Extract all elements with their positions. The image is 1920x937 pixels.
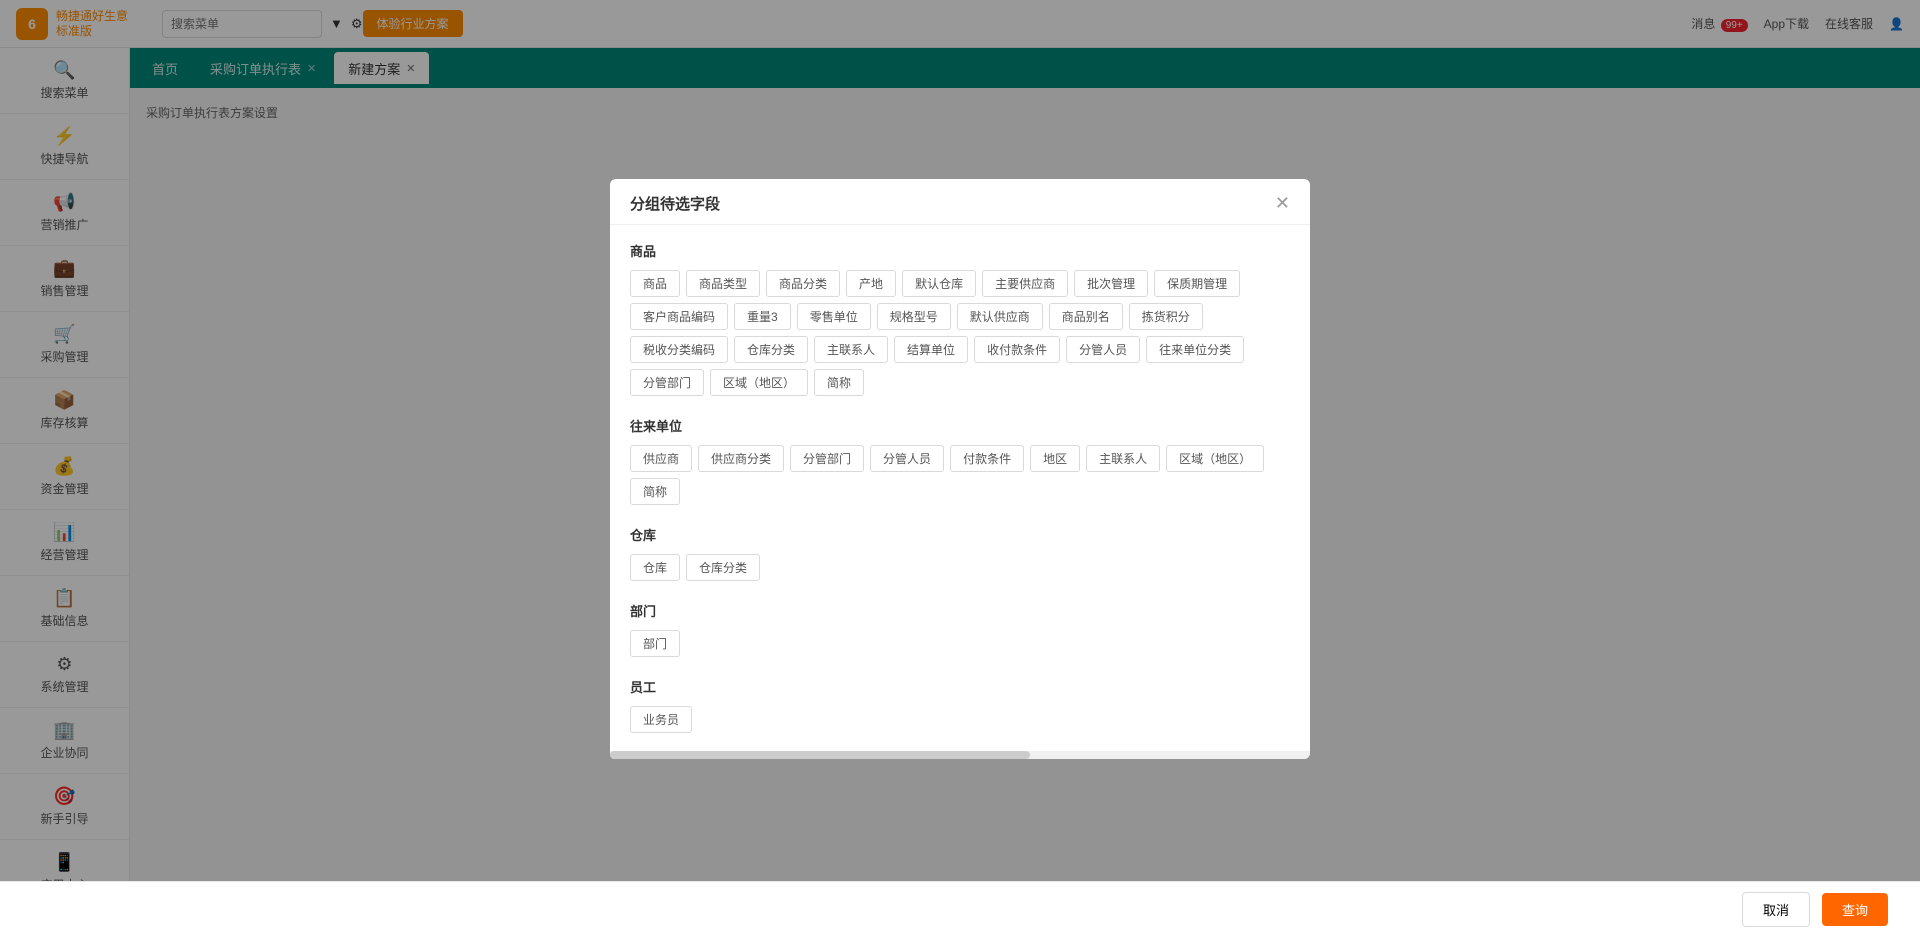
cancel-button[interactable]: 取消	[1742, 892, 1810, 927]
field-tags-employee: 业务员	[630, 706, 1290, 733]
field-tag[interactable]: 地区	[1030, 445, 1080, 472]
field-section-goods: 商品 商品 商品类型 商品分类 产地 默认仓库 主要供应商 批次管理 保质期管理…	[630, 241, 1290, 396]
field-tag[interactable]: 主联系人	[1086, 445, 1160, 472]
field-tag[interactable]: 付款条件	[950, 445, 1024, 472]
field-tag[interactable]: 往来单位分类	[1146, 336, 1244, 363]
field-tag[interactable]: 规格型号	[877, 303, 951, 330]
confirm-button[interactable]: 查询	[1822, 893, 1888, 926]
field-tag[interactable]: 重量3	[734, 303, 791, 330]
modal-header: 分组待选字段 ✕	[610, 179, 1310, 225]
field-tags-warehouse: 仓库 仓库分类	[630, 554, 1290, 581]
field-tag[interactable]: 分管部门	[790, 445, 864, 472]
field-tag[interactable]: 默认供应商	[957, 303, 1043, 330]
field-section-department: 部门 部门	[630, 601, 1290, 657]
field-tag[interactable]: 仓库	[630, 554, 680, 581]
field-tag[interactable]: 默认仓库	[902, 270, 976, 297]
modal-scrollbar-thumb	[610, 751, 1030, 759]
field-tag[interactable]: 简称	[630, 478, 680, 505]
field-tag[interactable]: 区域（地区）	[710, 369, 808, 396]
field-tag[interactable]: 保质期管理	[1154, 270, 1240, 297]
field-tag[interactable]: 收付款条件	[974, 336, 1060, 363]
field-tag[interactable]: 供应商	[630, 445, 692, 472]
field-tag[interactable]: 产地	[846, 270, 896, 297]
footer-buttons: 取消 查询	[0, 881, 1920, 937]
field-section-warehouse: 仓库 仓库 仓库分类	[630, 525, 1290, 581]
field-tag[interactable]: 拣货积分	[1129, 303, 1203, 330]
field-tag[interactable]: 税收分类编码	[630, 336, 728, 363]
field-tag[interactable]: 主联系人	[814, 336, 888, 363]
section-title-employee: 员工	[630, 677, 1290, 696]
field-tag[interactable]: 供应商分类	[698, 445, 784, 472]
field-section-counterpart: 往来单位 供应商 供应商分类 分管部门 分管人员 付款条件 地区 主联系人 区域…	[630, 416, 1290, 505]
field-tags-counterpart: 供应商 供应商分类 分管部门 分管人员 付款条件 地区 主联系人 区域（地区） …	[630, 445, 1290, 505]
section-title-department: 部门	[630, 601, 1290, 620]
section-title-counterpart: 往来单位	[630, 416, 1290, 435]
field-tag[interactable]: 仓库分类	[686, 554, 760, 581]
modal-body: 商品 商品 商品类型 商品分类 产地 默认仓库 主要供应商 批次管理 保质期管理…	[610, 225, 1310, 751]
field-tag[interactable]: 业务员	[630, 706, 692, 733]
field-tag[interactable]: 客户商品编码	[630, 303, 728, 330]
field-tags-department: 部门	[630, 630, 1290, 657]
field-tag[interactable]: 商品别名	[1049, 303, 1123, 330]
modal-overlay: 分组待选字段 ✕ 商品 商品 商品类型 商品分类 产地 默认仓库 主要供应商 批…	[0, 0, 1920, 937]
field-tag[interactable]: 商品分类	[766, 270, 840, 297]
field-tag[interactable]: 商品	[630, 270, 680, 297]
field-tag[interactable]: 分管部门	[630, 369, 704, 396]
field-tag[interactable]: 仓库分类	[734, 336, 808, 363]
field-tags-goods: 商品 商品类型 商品分类 产地 默认仓库 主要供应商 批次管理 保质期管理 客户…	[630, 270, 1290, 396]
field-section-employee: 员工 业务员	[630, 677, 1290, 733]
field-tag[interactable]: 分管人员	[1066, 336, 1140, 363]
field-tag[interactable]: 简称	[814, 369, 864, 396]
modal-close-button[interactable]: ✕	[1275, 194, 1290, 212]
field-tag[interactable]: 部门	[630, 630, 680, 657]
field-tag[interactable]: 区域（地区）	[1166, 445, 1264, 472]
field-tag[interactable]: 主要供应商	[982, 270, 1068, 297]
field-tag[interactable]: 商品类型	[686, 270, 760, 297]
modal-scrollbar[interactable]	[610, 751, 1310, 759]
section-title-warehouse: 仓库	[630, 525, 1290, 544]
field-tag[interactable]: 批次管理	[1074, 270, 1148, 297]
field-tag[interactable]: 零售单位	[797, 303, 871, 330]
field-tag[interactable]: 结算单位	[894, 336, 968, 363]
field-tag[interactable]: 分管人员	[870, 445, 944, 472]
modal-dialog: 分组待选字段 ✕ 商品 商品 商品类型 商品分类 产地 默认仓库 主要供应商 批…	[610, 179, 1310, 759]
modal-title: 分组待选字段	[630, 193, 720, 214]
section-title-goods: 商品	[630, 241, 1290, 260]
